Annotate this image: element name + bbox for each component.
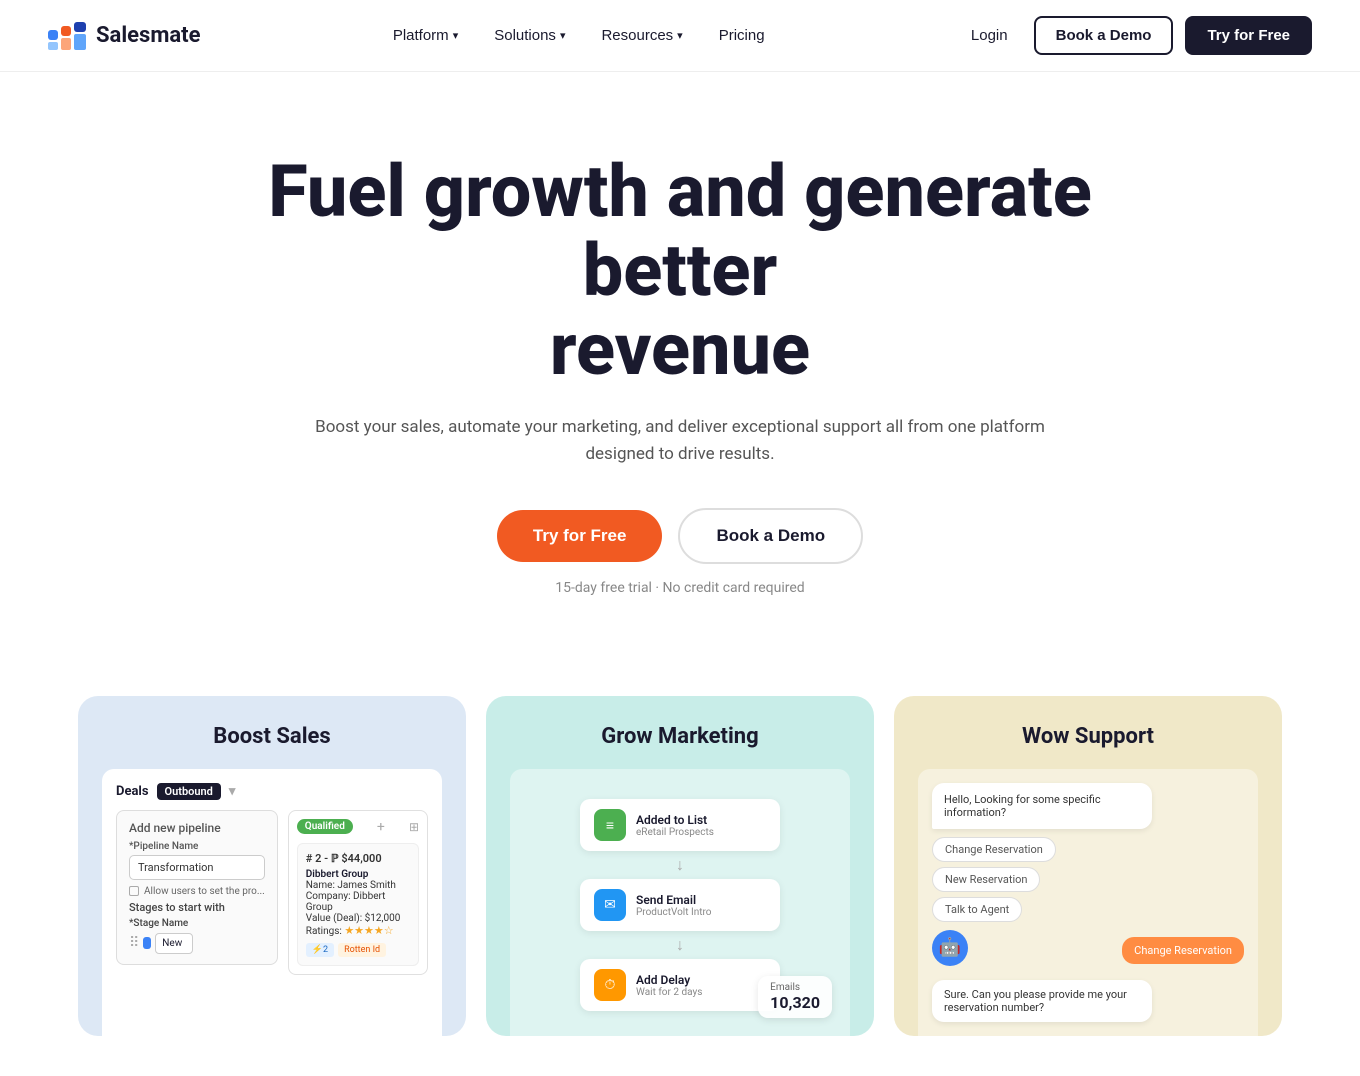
node1-sub: eRetail Prospects	[636, 827, 714, 838]
flow-arrow-1: ↓	[676, 855, 684, 875]
nav-resources[interactable]: Resources ▾	[587, 19, 696, 52]
nav-pricing[interactable]: Pricing	[705, 19, 779, 52]
nav-actions: Login Book a Demo Try for Free	[957, 16, 1312, 55]
deal-tags: ⚡2 Rotten Id	[306, 943, 410, 957]
list-icon: ≡	[594, 809, 626, 841]
contact-details: Name: James Smith Company: Dibbert Group…	[306, 880, 410, 924]
grow-marketing-mockup: ≡ Added to List eRetail Prospects ↓ ✉ Se…	[510, 769, 850, 1036]
navigation: Salesmate Platform ▾ Solutions ▾ Resourc…	[0, 0, 1360, 72]
solutions-chevron-icon: ▾	[560, 29, 566, 42]
boost-sales-card: Boost Sales Deals Outbound ▾ Add new pip…	[78, 696, 466, 1036]
hero-trial-note: 15-day free trial · No credit card requi…	[128, 580, 1232, 596]
hero-cta-group: Try for Free Book a Demo	[128, 508, 1232, 564]
node3-title: Add Delay	[636, 973, 702, 987]
try-free-nav-button[interactable]: Try for Free	[1185, 16, 1312, 55]
quick-reply-change[interactable]: Change Reservation	[932, 837, 1056, 862]
chat-greeting: Hello, Looking for some specific informa…	[932, 783, 1152, 829]
nav-platform[interactable]: Platform ▾	[379, 19, 472, 52]
pipeline-header: Deals Outbound ▾	[116, 783, 428, 800]
qualified-column: Qualified + ⊞ # 2 - ℙ $44,000 Dibbert Gr…	[288, 810, 428, 975]
deal-value: # 2 - ℙ $44,000	[306, 852, 410, 865]
chatbot-icon: 🤖	[932, 930, 968, 966]
quick-reply-agent[interactable]: Talk to Agent	[932, 897, 1022, 922]
checkbox-row: Allow users to set the pro...	[129, 886, 265, 897]
hero-subtitle: Boost your sales, automate your marketin…	[290, 414, 1070, 468]
pipeline-ui: Deals Outbound ▾ Add new pipeline *Pipel…	[116, 783, 428, 975]
add-pipeline-label: Add new pipeline	[129, 821, 265, 835]
wow-support-mockup: Hello, Looking for some specific informa…	[918, 769, 1258, 1036]
nav-links: Platform ▾ Solutions ▾ Resources ▾ Prici…	[379, 19, 779, 52]
pipeline-name-label: *Pipeline Name	[129, 841, 265, 852]
add-icon[interactable]: +	[377, 819, 385, 835]
marketing-flow: ≡ Added to List eRetail Prospects ↓ ✉ Se…	[580, 799, 780, 1011]
flow-node-add-delay: ⏱ Add Delay Wait for 2 days	[580, 959, 780, 1011]
user-reply-row: Change Reservation	[976, 937, 1244, 964]
node1-title: Added to List	[636, 813, 714, 827]
node2-sub: ProductVolt Intro	[636, 907, 712, 918]
resources-chevron-icon: ▾	[677, 29, 683, 42]
quick-reply-new[interactable]: New Reservation	[932, 867, 1040, 892]
emails-count: 10,320	[770, 993, 820, 1012]
star-rating: ★★★★☆	[344, 924, 393, 937]
book-demo-nav-button[interactable]: Book a Demo	[1034, 16, 1174, 55]
tag-activity: ⚡2	[306, 943, 334, 957]
node3-sub: Wait for 2 days	[636, 987, 702, 998]
quick-replies: Change Reservation New Reservation Talk …	[932, 837, 1244, 922]
ratings-row: Ratings: ★★★★☆	[306, 924, 410, 937]
chat-follow-up: Sure. Can you please provide me your res…	[932, 980, 1152, 1022]
qualified-badge: Qualified	[297, 819, 353, 834]
feature-cards: Boost Sales Deals Outbound ▾ Add new pip…	[30, 656, 1330, 1076]
hero-section: Fuel growth and generate better revenue …	[80, 72, 1280, 656]
boost-sales-title: Boost Sales	[213, 724, 330, 749]
contact-name: Dibbert Group	[306, 869, 410, 880]
login-button[interactable]: Login	[957, 19, 1022, 52]
flow-node-send-email: ✉ Send Email ProductVolt Intro	[580, 879, 780, 931]
node2-title: Send Email	[636, 893, 712, 907]
emails-label: Emails	[770, 982, 820, 993]
grow-marketing-title: Grow Marketing	[601, 724, 758, 749]
boost-sales-mockup: Deals Outbound ▾ Add new pipeline *Pipel…	[102, 769, 442, 1036]
logo[interactable]: Salesmate	[48, 22, 200, 50]
email-icon: ✉	[594, 889, 626, 921]
tag-rotten: Rotten Id	[338, 943, 386, 957]
dropdown-icon: ▾	[229, 784, 236, 799]
flow-arrow-2: ↓	[676, 935, 684, 955]
stages-label: Stages to start with	[129, 901, 265, 914]
wow-support-card: Wow Support Hello, Looking for some spec…	[894, 696, 1282, 1036]
user-message: Change Reservation	[1122, 937, 1244, 964]
delay-icon: ⏱	[594, 969, 626, 1001]
book-demo-hero-button[interactable]: Book a Demo	[678, 508, 863, 564]
chat-avatar-row: 🤖 Change Reservation	[932, 930, 1244, 972]
nav-solutions[interactable]: Solutions ▾	[480, 19, 579, 52]
grid-icon[interactable]: ⊞	[409, 820, 419, 834]
deal-card: # 2 - ℙ $44,000 Dibbert Group Name: Jame…	[297, 843, 419, 966]
grow-marketing-card: Grow Marketing ≡ Added to List eRetail P…	[486, 696, 874, 1036]
platform-chevron-icon: ▾	[453, 29, 459, 42]
try-free-hero-button[interactable]: Try for Free	[497, 510, 663, 562]
wow-support-title: Wow Support	[1022, 724, 1154, 749]
stage-name-label: *Stage Name	[129, 918, 265, 929]
qualified-header: Qualified + ⊞	[297, 819, 419, 835]
outbound-badge: Outbound	[157, 783, 221, 800]
hero-title: Fuel growth and generate better revenue	[230, 152, 1130, 390]
logo-text: Salesmate	[96, 23, 200, 48]
deals-label: Deals	[116, 784, 149, 799]
stage-name-input[interactable]: New	[155, 933, 193, 954]
flow-node-add-to-list: ≡ Added to List eRetail Prospects	[580, 799, 780, 851]
